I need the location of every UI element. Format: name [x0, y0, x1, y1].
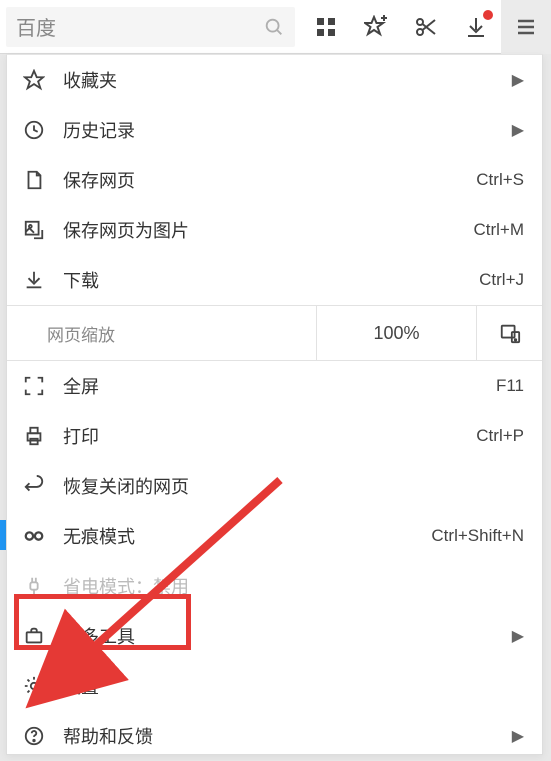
- clock-icon: [23, 119, 45, 141]
- search-placeholder: 百度: [16, 12, 263, 41]
- menu-shortcut: F11: [496, 376, 524, 396]
- main-menu-panel: 收藏夹 ▶ 历史记录 ▶ 保存网页 Ctrl+S 保存网页为图片 Ctrl+M …: [6, 54, 543, 755]
- menu-item-save-image[interactable]: 保存网页为图片 Ctrl+M: [7, 205, 542, 255]
- menu-label: 保存网页: [63, 167, 458, 193]
- screenshot-button[interactable]: [401, 0, 451, 54]
- chevron-right-icon: ▶: [512, 726, 524, 746]
- downloads-button[interactable]: [451, 0, 501, 54]
- undo-icon: [23, 475, 45, 497]
- menu-item-save-page[interactable]: 保存网页 Ctrl+S: [7, 155, 542, 205]
- help-icon: [23, 725, 45, 747]
- zoom-value[interactable]: 100%: [316, 306, 476, 360]
- browser-toolbar: 百度: [0, 0, 551, 54]
- page-image-icon: [23, 219, 45, 241]
- gear-icon: [23, 675, 45, 697]
- menu-label: 省电模式：禁用: [63, 573, 524, 599]
- devices-icon: [499, 322, 521, 344]
- chevron-right-icon: ▶: [512, 626, 524, 646]
- menu-label: 恢复关闭的网页: [63, 473, 524, 499]
- apps-button[interactable]: [301, 0, 351, 54]
- scissors-icon: [414, 15, 438, 39]
- menu-item-incognito[interactable]: 无痕模式 Ctrl+Shift+N: [7, 511, 542, 561]
- menu-label: 帮助和反馈: [63, 723, 494, 749]
- responsive-design-button[interactable]: [476, 306, 542, 360]
- menu-item-more-tools[interactable]: 更多工具 ▶: [7, 611, 542, 661]
- chevron-right-icon: ▶: [512, 70, 524, 90]
- star-icon: [23, 69, 45, 91]
- menu-shortcut: Ctrl+M: [473, 220, 524, 240]
- fullscreen-icon: [23, 375, 45, 397]
- notification-dot: [483, 10, 493, 20]
- menu-label: 历史记录: [63, 117, 494, 143]
- download-icon: [23, 269, 45, 291]
- menu-label: 收藏夹: [63, 67, 494, 93]
- plug-icon: [23, 575, 45, 597]
- add-favorite-button[interactable]: [351, 0, 401, 54]
- menu-shortcut: Ctrl+S: [476, 170, 524, 190]
- menu-button[interactable]: [501, 0, 551, 54]
- search-icon: [263, 16, 285, 38]
- menu-item-help[interactable]: 帮助和反馈 ▶: [7, 711, 542, 761]
- menu-label: 更多工具: [63, 623, 494, 649]
- briefcase-icon: [23, 625, 45, 647]
- page-icon: [23, 169, 45, 191]
- menu-shortcut: Ctrl+J: [479, 270, 524, 290]
- menu-label: 设置: [63, 673, 524, 699]
- chevron-right-icon: ▶: [512, 120, 524, 140]
- menu-item-print[interactable]: 打印 Ctrl+P: [7, 411, 542, 461]
- menu-item-power-save: 省电模式：禁用: [7, 561, 542, 611]
- star-plus-icon: [364, 15, 388, 39]
- menu-label: 打印: [63, 423, 458, 449]
- printer-icon: [23, 425, 45, 447]
- menu-item-favorites[interactable]: 收藏夹 ▶: [7, 55, 542, 105]
- menu-shortcut: Ctrl+Shift+N: [431, 526, 524, 546]
- menu-item-settings[interactable]: 设置: [7, 661, 542, 711]
- menu-shortcut: Ctrl+P: [476, 426, 524, 446]
- address-search-box[interactable]: 百度: [6, 7, 295, 47]
- zoom-row: 网页缩放 100%: [7, 305, 542, 361]
- zoom-label: 网页缩放: [7, 306, 316, 360]
- menu-label: 全屏: [63, 373, 478, 399]
- menu-item-downloads[interactable]: 下载 Ctrl+J: [7, 255, 542, 305]
- menu-label: 下载: [63, 267, 461, 293]
- grid-icon: [314, 15, 338, 39]
- menu-item-fullscreen[interactable]: 全屏 F11: [7, 361, 542, 411]
- menu-label: 保存网页为图片: [63, 217, 455, 243]
- mask-icon: [23, 525, 45, 547]
- hamburger-icon: [514, 15, 538, 39]
- menu-item-history[interactable]: 历史记录 ▶: [7, 105, 542, 155]
- menu-item-restore-closed[interactable]: 恢复关闭的网页: [7, 461, 542, 511]
- menu-label: 无痕模式: [63, 523, 413, 549]
